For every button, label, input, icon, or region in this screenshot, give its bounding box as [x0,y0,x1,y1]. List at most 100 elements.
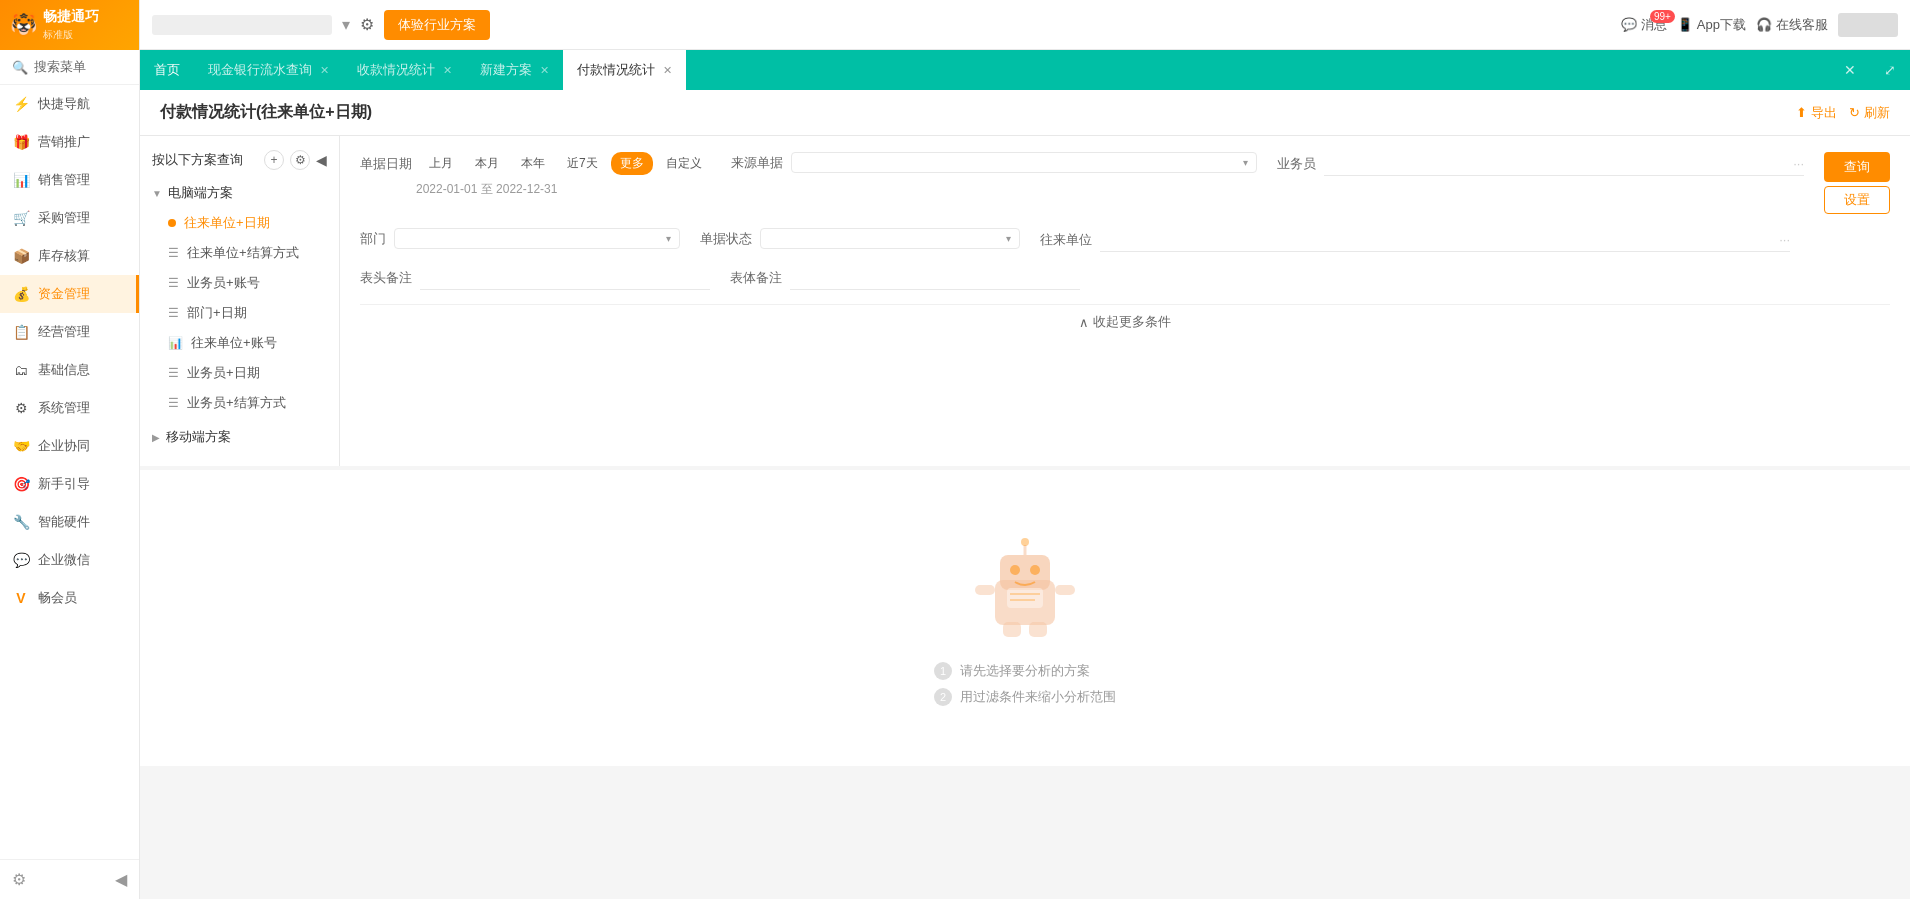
sidebar-item-purchase[interactable]: 🛒 采购管理 [0,199,139,237]
tab-new-scheme[interactable]: 新建方案 ✕ [466,50,563,90]
tabbar-close-btn[interactable]: ✕ [1830,50,1870,90]
filter-date-options: 上月 本月 本年 近7天 更多 自定义 [420,152,711,175]
tab-receipt-stat[interactable]: 收款情况统计 ✕ [343,50,466,90]
member-icon: V [12,589,30,607]
hardware-icon: 🔧 [12,513,30,531]
filter-dept-arrow: ▾ [666,233,671,244]
scheme-item-staff-settle-label: 业务员+结算方式 [187,394,286,412]
filter-settings-btn[interactable]: 设置 [1824,186,1890,214]
sidebar-collapse-btn[interactable]: ◀ [115,870,127,889]
scheme-item-partner-settle[interactable]: ☰ 往来单位+结算方式 [140,238,339,268]
sidebar-item-operation[interactable]: 📋 经营管理 [0,313,139,351]
sidebar-item-finance[interactable]: 💰 资金管理 [0,275,139,313]
filter-source-select[interactable]: ▾ [791,152,1258,173]
sidebar-settings-btn[interactable]: ⚙ [12,870,26,889]
refresh-btn[interactable]: ↻ 刷新 [1849,104,1890,122]
sidebar-item-quick-nav[interactable]: ⚡ 快捷导航 [0,85,139,123]
tabbar-expand-btn[interactable]: ⤢ [1870,50,1910,90]
sidebar-item-collab[interactable]: 🤝 企业协同 [0,427,139,465]
scheme-mobile-group: ▶ 移动端方案 [140,422,339,452]
sidebar-search-item[interactable]: 🔍 搜索菜单 [0,50,139,85]
scheme-desktop-header[interactable]: ▼ 电脑端方案 [140,178,339,208]
system-icon: ⚙ [12,399,30,417]
svg-point-2 [1010,565,1020,575]
collapse-more-btn[interactable]: ∧ 收起更多条件 [360,304,1890,339]
filter-date-last7days[interactable]: 近7天 [558,152,607,175]
scheme-item-staff-date[interactable]: ☰ 业务员+日期 [140,358,339,388]
collab-icon: 🤝 [12,437,30,455]
filter-row-2: 部门 ▾ 单据状态 ▾ 往来单位 [360,228,1890,252]
filter-staff-dots[interactable]: ··· [1793,156,1804,171]
filter-staff-group: 业务员 ··· [1277,152,1804,176]
topbar-msg-btn[interactable]: 💬 消息 99+ [1621,16,1667,34]
scheme-collapse-btn[interactable]: ◀ [316,152,327,168]
scheme-item-dept-date[interactable]: ☰ 部门+日期 [140,298,339,328]
filter-date-more[interactable]: 更多 [611,152,653,175]
topbar-dropdown-btn[interactable]: ▾ [342,15,350,34]
scheme-add-btn[interactable]: + [264,150,284,170]
filter-date-this-month[interactable]: 本月 [466,152,508,175]
sidebar-item-inventory[interactable]: 📦 库存核算 [0,237,139,275]
scheme-sidebar-title: 按以下方案查询 [152,151,243,169]
query-btn[interactable]: 查询 [1824,152,1890,182]
tab-receipt-stat-close[interactable]: ✕ [443,64,452,77]
topbar-search-bar[interactable] [152,15,332,35]
sidebar-item-member[interactable]: V 畅会员 [0,579,139,617]
desktop-group-label: 电脑端方案 [168,184,233,202]
tab-receipt-stat-label: 收款情况统计 [357,61,435,79]
filter-status-arrow: ▾ [1006,233,1011,244]
topbar-trial-btn[interactable]: 体验行业方案 [384,10,490,40]
svg-rect-9 [1029,622,1047,637]
sidebar-item-system[interactable]: ⚙ 系统管理 [0,389,139,427]
tab-payment-stat-close[interactable]: ✕ [663,64,672,77]
tab-new-scheme-close[interactable]: ✕ [540,64,549,77]
topbar-app-btn[interactable]: 📱 App下载 [1677,16,1746,34]
scheme-item-staff-date-label: 业务员+日期 [187,364,260,382]
filter-dept-label: 部门 [360,230,386,248]
scheme-sidebar: 按以下方案查询 + ⚙ ◀ ▼ 电脑端方案 往来单位+日期 [140,136,340,466]
sidebar-item-basic-info[interactable]: 🗂 基础信息 [0,351,139,389]
sidebar-item-marketing[interactable]: 🎁 营销推广 [0,123,139,161]
scheme-item-partner-account-label: 往来单位+账号 [191,334,277,352]
filter-area: 单据日期 上月 本月 本年 近7天 更多 自定义 2022-01-01 至 20… [340,136,1910,466]
sidebar-item-guide[interactable]: 🎯 新手引导 [0,465,139,503]
scheme-item-partner-date-label: 往来单位+日期 [184,214,270,232]
scheme-mobile-header[interactable]: ▶ 移动端方案 [140,422,339,452]
scheme-item-staff-settle[interactable]: ☰ 业务员+结算方式 [140,388,339,418]
filter-partner-dots[interactable]: ··· [1779,232,1790,247]
filter-status-group: 单据状态 ▾ [700,228,1020,249]
scheme-item-dept-date-label: 部门+日期 [187,304,247,322]
topbar-service-btn[interactable]: 🎧 在线客服 [1756,16,1828,34]
scheme-settings-btn[interactable]: ⚙ [290,150,310,170]
svg-point-3 [1030,565,1040,575]
tab-payment-stat[interactable]: 付款情况统计 ✕ [563,50,686,90]
sidebar-item-hardware[interactable]: 🔧 智能硬件 [0,503,139,541]
header-actions: ⬆ 导出 ↻ 刷新 [1796,104,1890,122]
tab-bank-flow-close[interactable]: ✕ [320,64,329,77]
scheme-item-partner-account[interactable]: 📊 往来单位+账号 [140,328,339,358]
filter-source-group: 来源单据 ▾ [731,152,1258,173]
search-icon: 🔍 [12,60,28,75]
tab-home[interactable]: 首页 [140,50,194,90]
sidebar-search-label: 搜索菜单 [34,58,86,76]
empty-tip-2: 2 用过滤条件来缩小分析范围 [934,688,1116,706]
sidebar-item-sales[interactable]: 📊 销售管理 [0,161,139,199]
tab-bank-flow[interactable]: 现金银行流水查询 ✕ [194,50,343,90]
filter-dept-select[interactable]: ▾ [394,228,680,249]
content-header: 付款情况统计(往来单位+日期) ⬆ 导出 ↻ 刷新 [140,90,1910,136]
topbar-settings-icon[interactable]: ⚙ [360,15,374,34]
filter-date-custom[interactable]: 自定义 [657,152,711,175]
filter-date-this-year[interactable]: 本年 [512,152,554,175]
filter-header-note-input[interactable] [420,266,710,290]
scheme-item-staff-account[interactable]: ☰ 业务员+账号 [140,268,339,298]
topbar-avatar-area [1838,13,1898,37]
service-icon: 🎧 [1756,17,1772,32]
sidebar-item-wechat[interactable]: 💬 企业微信 [0,541,139,579]
filter-partner-label: 往来单位 [1040,231,1092,249]
export-btn[interactable]: ⬆ 导出 [1796,104,1837,122]
filter-date-last-month[interactable]: 上月 [420,152,462,175]
filter-row-3: 表头备注 表体备注 [360,266,1890,290]
filter-body-note-input[interactable] [790,266,1080,290]
scheme-item-partner-date[interactable]: 往来单位+日期 [140,208,339,238]
filter-status-select[interactable]: ▾ [760,228,1020,249]
